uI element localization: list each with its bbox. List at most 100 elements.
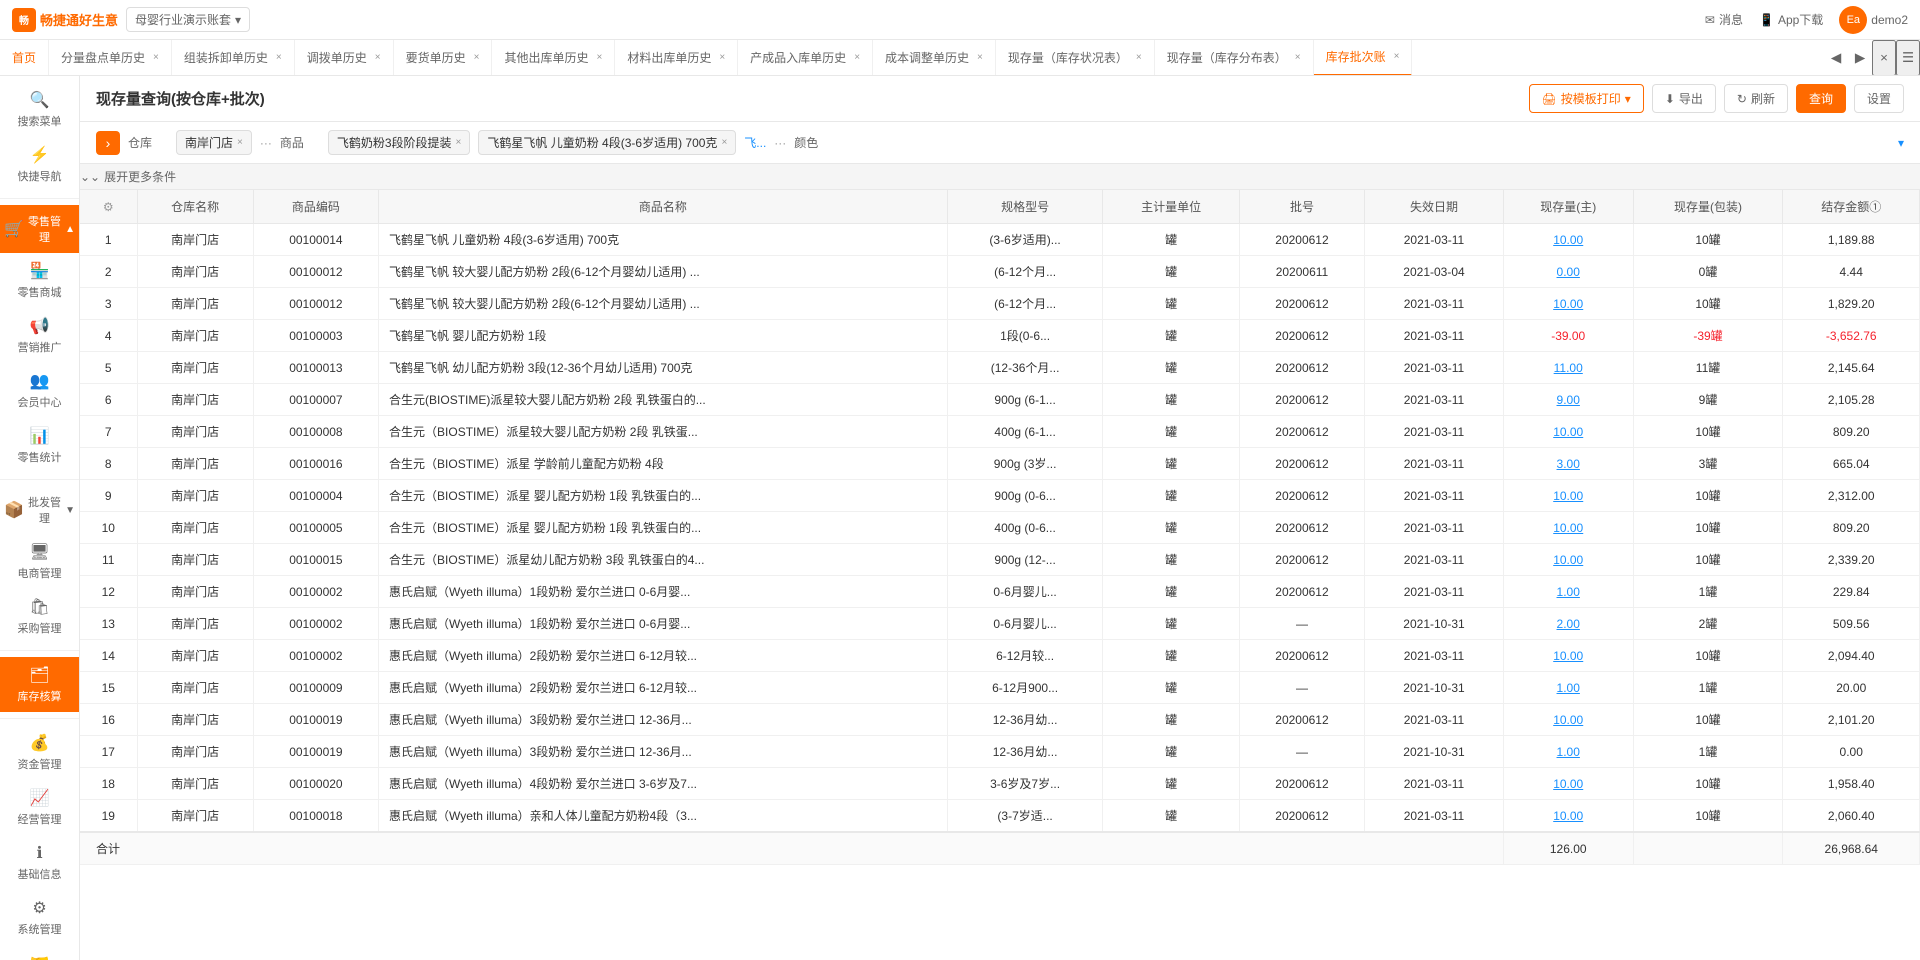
app-download-btn[interactable]: 📱 App下载 xyxy=(1759,11,1823,28)
row-code: 00100005 xyxy=(253,512,378,544)
sidebar-item-retail-mgmt[interactable]: 🛒 零售管理 ▲ xyxy=(0,205,79,253)
row-qty[interactable]: 10.00 xyxy=(1503,768,1633,800)
row-qty[interactable]: 10.00 xyxy=(1503,288,1633,320)
tab-xiancun2[interactable]: 现存量（库存分布表） × xyxy=(1155,40,1314,76)
row-qty[interactable]: 10.00 xyxy=(1503,416,1633,448)
refresh-btn[interactable]: ↻ 刷新 xyxy=(1724,84,1788,113)
row-qty[interactable]: 10.00 xyxy=(1503,224,1633,256)
row-qty[interactable]: 10.00 xyxy=(1503,640,1633,672)
close-icon[interactable]: × xyxy=(153,52,159,63)
sidebar-item-wholesale-mgmt[interactable]: 📦 批发管理 ▼ xyxy=(0,486,79,534)
export-btn[interactable]: ⬇ 导出 xyxy=(1652,84,1716,113)
print-btn[interactable]: 🖨 按模板打印 ▾ xyxy=(1529,84,1644,113)
product-more-btn[interactable]: 飞... xyxy=(744,134,766,151)
row-qty[interactable]: 1.00 xyxy=(1503,576,1633,608)
close-icon[interactable]: × xyxy=(596,52,602,63)
tab-diaob[interactable]: 调拨单历史 × xyxy=(295,40,394,76)
message-btn[interactable]: ✉ 消息 xyxy=(1705,11,1743,28)
tab-home[interactable]: 首页 xyxy=(0,40,49,76)
row-qty[interactable]: 0.00 xyxy=(1503,256,1633,288)
sidebar-item-retail-shop[interactable]: 🏪 零售商城 xyxy=(0,253,79,308)
sidebar-item-ecommerce[interactable]: 🖥 电商管理 xyxy=(0,534,79,589)
close-icon[interactable]: × xyxy=(854,52,860,63)
row-qty[interactable]: 11.00 xyxy=(1503,352,1633,384)
tab-fenliang[interactable]: 分量盘点单历史 × xyxy=(49,40,172,76)
sidebar-item-marketing[interactable]: 📢 营销推广 xyxy=(0,308,79,363)
app-download-label: App下载 xyxy=(1778,11,1823,28)
remove-product1-btn[interactable]: × xyxy=(456,137,462,148)
row-qty[interactable]: 3.00 xyxy=(1503,448,1633,480)
row-expire: 2021-03-11 xyxy=(1365,384,1504,416)
col-name: 商品名称 xyxy=(379,190,948,224)
product-dots-btn[interactable]: ··· xyxy=(774,136,786,150)
row-qty[interactable]: -39.00 xyxy=(1503,320,1633,352)
sidebar-item-search[interactable]: 🔍 搜索菜单 xyxy=(0,82,79,137)
row-qty[interactable]: 10.00 xyxy=(1503,800,1633,833)
row-batch: — xyxy=(1239,608,1364,640)
row-qty[interactable]: 1.00 xyxy=(1503,736,1633,768)
row-qty[interactable]: 10.00 xyxy=(1503,544,1633,576)
close-icon[interactable]: × xyxy=(1136,52,1142,63)
sidebar-item-retail-stats[interactable]: 📊 零售统计 xyxy=(0,418,79,473)
settings-gear-icon[interactable]: ⚙ xyxy=(103,200,114,214)
tab-xiancun1[interactable]: 现存量（库存状况表） × xyxy=(996,40,1155,76)
row-expire: 2021-03-11 xyxy=(1365,480,1504,512)
settings-btn[interactable]: 设置 xyxy=(1854,84,1904,113)
nav-prev-btn[interactable]: ◀ xyxy=(1824,40,1848,76)
industry-selector[interactable]: 母婴行业演示账套 ▾ xyxy=(126,7,250,32)
tab-yaohuo[interactable]: 要货单历史 × xyxy=(394,40,493,76)
sidebar-item-operation[interactable]: 📈 经营管理 xyxy=(0,780,79,835)
expand-arrow-icon: ⌄⌄ xyxy=(80,170,100,184)
tab-chengben[interactable]: 成本调整单历史 × xyxy=(873,40,996,76)
sidebar-item-finance[interactable]: 💰 资金管理 xyxy=(0,725,79,780)
close-icon[interactable]: × xyxy=(1394,51,1400,62)
row-unit: 罐 xyxy=(1103,736,1239,768)
sidebar-item-shortcut[interactable]: ⚡ 快捷导航 xyxy=(0,137,79,192)
row-unit: 罐 xyxy=(1103,288,1239,320)
sidebar-item-member[interactable]: 👥 会员中心 xyxy=(0,363,79,418)
close-icon[interactable]: × xyxy=(977,52,983,63)
nav-menu-btn[interactable]: ☰ xyxy=(1896,40,1920,76)
filter-expand-btn[interactable]: › xyxy=(96,131,120,155)
download-icon: 📱 xyxy=(1759,13,1774,27)
nav-next-btn[interactable]: ▶ xyxy=(1848,40,1872,76)
close-icon[interactable]: × xyxy=(375,52,381,63)
row-name: 合生元（BIOSTIME）派星 婴儿配方奶粉 1段 乳铁蛋白的... xyxy=(379,480,948,512)
search-btn[interactable]: 查询 xyxy=(1796,84,1846,113)
sidebar-item-purchase[interactable]: 🛍 采购管理 xyxy=(0,589,79,644)
sidebar-item-corp[interactable]: 🤝 企业协同 xyxy=(0,945,79,960)
row-amount: 2,312.00 xyxy=(1783,480,1920,512)
tab-cailiao[interactable]: 材料出库单历史 × xyxy=(615,40,738,76)
row-qty[interactable]: 9.00 xyxy=(1503,384,1633,416)
sidebar-system-label: 系统管理 xyxy=(18,921,62,937)
tab-kucun-pici[interactable]: 库存批次账 × xyxy=(1314,40,1413,76)
close-icon[interactable]: × xyxy=(276,52,282,63)
row-unit: 罐 xyxy=(1103,608,1239,640)
tab-chancheng[interactable]: 产成品入库单历史 × xyxy=(738,40,873,76)
tab-zuzhuang[interactable]: 组装拆卸单历史 × xyxy=(172,40,295,76)
sidebar-item-basic[interactable]: ℹ 基础信息 xyxy=(0,835,79,890)
color-dropdown-btn[interactable]: ▾ xyxy=(1898,136,1904,150)
close-icon[interactable]: × xyxy=(474,52,480,63)
nav-close-all-btn[interactable]: × xyxy=(1872,40,1896,76)
close-icon[interactable]: × xyxy=(1295,52,1301,63)
sidebar-item-system[interactable]: ⚙ 系统管理 xyxy=(0,890,79,945)
warehouse-more-btn[interactable]: ··· xyxy=(260,136,272,150)
wholesale-icon: 📦 xyxy=(4,500,24,520)
row-unit: 罐 xyxy=(1103,448,1239,480)
tab-qitachu[interactable]: 其他出库单历史 × xyxy=(492,40,615,76)
row-warehouse: 南岸门店 xyxy=(137,576,253,608)
remove-product2-btn[interactable]: × xyxy=(721,137,727,148)
sidebar-item-inventory[interactable]: 🗂 库存核算 xyxy=(0,657,79,712)
close-icon[interactable]: × xyxy=(719,52,725,63)
row-qty[interactable]: 2.00 xyxy=(1503,608,1633,640)
row-qty[interactable]: 1.00 xyxy=(1503,672,1633,704)
expand-icon: ▲ xyxy=(65,224,75,235)
row-qty[interactable]: 10.00 xyxy=(1503,704,1633,736)
row-qty[interactable]: 10.00 xyxy=(1503,480,1633,512)
user-area[interactable]: Ea demo2 xyxy=(1839,6,1908,34)
expand-conditions-btn[interactable]: ⌄⌄ 展开更多条件 xyxy=(80,168,1920,185)
remove-warehouse-btn[interactable]: × xyxy=(237,137,243,148)
row-qty[interactable]: 10.00 xyxy=(1503,512,1633,544)
col-settings[interactable]: ⚙ xyxy=(80,190,137,224)
